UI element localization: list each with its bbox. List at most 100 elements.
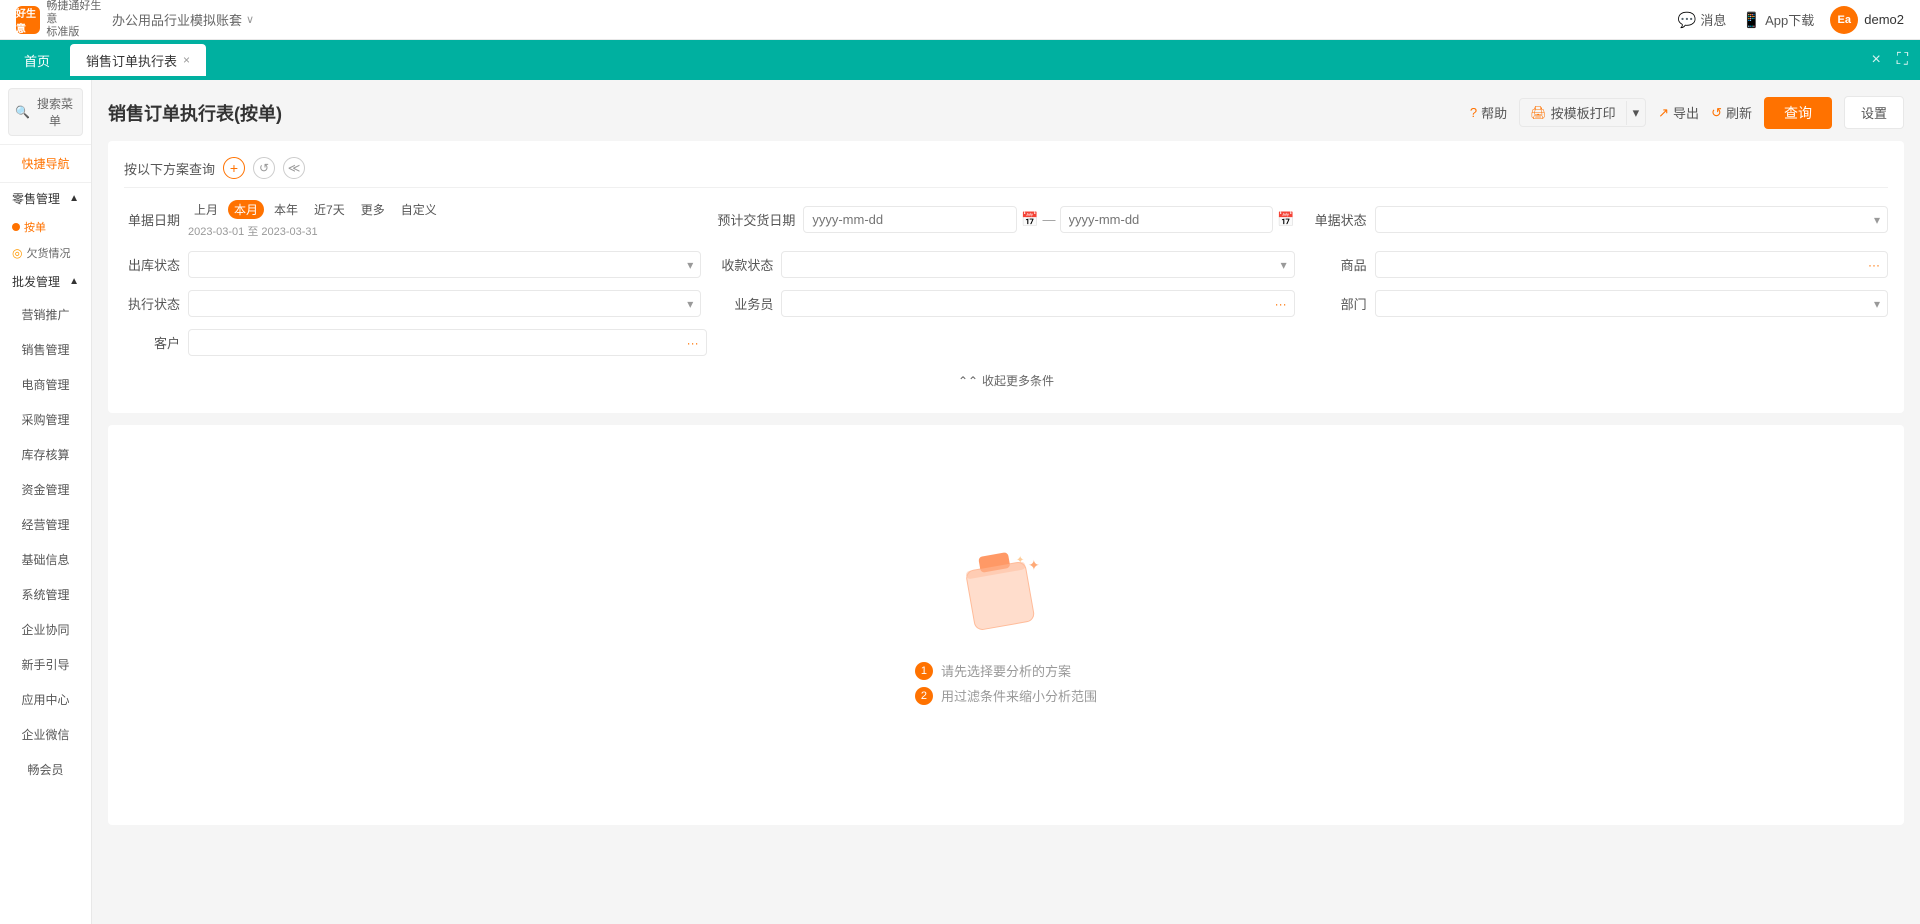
expected-date-range: 📅 — 📅 [803, 206, 1294, 233]
collapse-scheme-button[interactable]: ≪ [283, 157, 305, 179]
sidebar-search-area: 🔍 搜索菜单 [0, 80, 91, 145]
placeholder-svg: ✦ ✦ [956, 545, 1056, 645]
app-download-button[interactable]: 📱 App下载 [1742, 10, 1814, 29]
sidebar-item-basic[interactable]: 基础信息 [4, 543, 87, 576]
tab-last-month[interactable]: 上月 [188, 200, 224, 219]
close-window-icon[interactable]: × [1867, 47, 1884, 73]
content-area: 销售订单执行表(按单) ? 帮助 🖨 按模板打印 ▾ ↗ 导出 [92, 80, 1920, 924]
help-button[interactable]: ? 帮助 [1470, 103, 1507, 122]
filter-field-salesperson: 业务员 ··· [717, 290, 1294, 317]
exec-status-select[interactable] [188, 290, 701, 317]
salesperson-input[interactable] [781, 290, 1294, 317]
page-actions: ? 帮助 🖨 按模板打印 ▾ ↗ 导出 ↺ 刷新 [1470, 96, 1904, 129]
delivery-status-select[interactable] [188, 251, 701, 278]
hint-number-1: 1 [915, 662, 933, 680]
filter-row-4: 客户 ··· [124, 329, 1888, 356]
sidebar-item-enterprise[interactable]: 企业协同 [4, 613, 87, 646]
search-menu-button[interactable]: 🔍 搜索菜单 [8, 88, 83, 136]
svg-text:✦: ✦ [1028, 557, 1040, 573]
goods-input[interactable] [1375, 251, 1888, 278]
print-button[interactable]: 🖨 按模板打印 ▾ [1519, 98, 1646, 127]
sidebar-item-by-order[interactable]: 按单 [4, 215, 87, 239]
settings-button[interactable]: 设置 [1844, 96, 1904, 129]
refresh-button[interactable]: ↺ 刷新 [1711, 103, 1752, 122]
sidebar-item-member[interactable]: 畅会员 [4, 753, 87, 786]
sidebar-item-system[interactable]: 系统管理 [4, 578, 87, 611]
filter-field-exec: 执行状态 ▾ [124, 290, 701, 317]
sidebar-item-apps[interactable]: 应用中心 [4, 683, 87, 716]
placeholder-hints: 1 请先选择要分析的方案 2 用过滤条件来缩小分析范围 [915, 661, 1097, 705]
collapse-button[interactable]: ⌃⌃ 收起更多条件 [958, 372, 1054, 389]
payment-status-label: 收款状态 [717, 255, 773, 274]
payment-status-select[interactable] [781, 251, 1294, 278]
exec-input-wrap: ▾ [188, 290, 701, 317]
top-bar: 好生意 畅捷通好生意 标准版 办公用品行业模拟账套 ∨ 💬 消息 📱 App下载… [0, 0, 1920, 40]
tab-last7[interactable]: 近7天 [308, 200, 351, 219]
status-select[interactable] [1375, 206, 1888, 233]
customer-input[interactable] [188, 329, 707, 356]
tab-close-icon[interactable]: × [183, 53, 190, 67]
sidebar-item-newbie[interactable]: 新手引导 [4, 648, 87, 681]
expected-date-end-input[interactable] [1060, 206, 1274, 233]
sidebar-item-retail[interactable]: 零售管理 ▲ [4, 184, 87, 213]
collapse-icon: ⌃⌃ [958, 374, 978, 388]
tab-bar: 首页 销售订单执行表 × × ⛶ [0, 40, 1920, 80]
hint-item-2: 2 用过滤条件来缩小分析范围 [915, 686, 1097, 705]
tab-more[interactable]: 更多 [355, 200, 391, 219]
sidebar-item-wholesale[interactable]: 批发管理 ▲ [4, 267, 87, 296]
tab-this-month[interactable]: 本月 [228, 200, 264, 219]
filter-field-goods: 商品 ··· [1311, 251, 1888, 278]
status-label: 单据状态 [1311, 210, 1367, 229]
add-scheme-button[interactable]: + [223, 157, 245, 179]
tab-home[interactable]: 首页 [8, 44, 66, 76]
sidebar-item-quick-nav[interactable]: 快捷导航 [0, 149, 91, 178]
sidebar-item-operations[interactable]: 经营管理 [4, 508, 87, 541]
top-bar-right: 💬 消息 📱 App下载 Ea demo2 [1678, 6, 1904, 34]
calendar-end-icon: 📅 [1277, 211, 1294, 228]
sidebar-item-wechat[interactable]: 企业微信 [4, 718, 87, 751]
logo-text: 畅捷通好生意 标准版 [46, 0, 104, 39]
sidebar-item-purchase[interactable]: 采购管理 [4, 403, 87, 436]
date-field-content: 上月 本月 本年 近7天 更多 自定义 2023-03-01 至 2023-03… [188, 200, 701, 239]
tab-actions: × ⛶ [1867, 47, 1912, 73]
sidebar-item-marketing[interactable]: 营销推广 [4, 298, 87, 331]
query-button[interactable]: 查询 [1764, 97, 1832, 129]
export-button[interactable]: ↗ 导出 [1658, 103, 1699, 122]
expected-date-start-input[interactable] [803, 206, 1017, 233]
status-input-wrap: ▾ [1375, 206, 1888, 233]
dept-select[interactable] [1375, 290, 1888, 317]
filter-field-customer: 客户 ··· [124, 329, 707, 356]
filter-field-payment: 收款状态 ▾ [717, 251, 1294, 278]
breadcrumb[interactable]: 办公用品行业模拟账套 ∨ [112, 10, 254, 29]
sidebar-item-inventory[interactable]: 库存核算 [4, 438, 87, 471]
delivery-status-label: 出库状态 [124, 255, 180, 274]
payment-input-wrap: ▾ [781, 251, 1294, 278]
sidebar-item-ecommerce[interactable]: 电商管理 [4, 368, 87, 401]
filter-panel: 按以下方案查询 + ↺ ≪ 单据日期 上月 本月 本年 近7天 [108, 141, 1904, 413]
svg-text:✦: ✦ [1016, 555, 1024, 566]
reset-scheme-button[interactable]: ↺ [253, 157, 275, 179]
sidebar-item-sales[interactable]: 销售管理 [4, 333, 87, 366]
sidebar: 🔍 搜索菜单 快捷导航 零售管理 ▲ 按单 ◎ 欠货情况 批发管理 ▲ 营销推广… [0, 80, 92, 924]
sidebar-quick-nav: 快捷导航 [0, 145, 91, 183]
collapse-row: ⌃⌃ 收起更多条件 [124, 364, 1888, 397]
tab-this-year[interactable]: 本年 [268, 200, 304, 219]
tab-custom[interactable]: 自定义 [395, 200, 443, 219]
print-dropdown-icon[interactable]: ▾ [1626, 101, 1646, 125]
sidebar-item-debt[interactable]: ◎ 欠货情况 [4, 241, 87, 265]
logo-area: 好生意 畅捷通好生意 标准版 [16, 0, 104, 39]
filter-field-expected-date: 预计交货日期 📅 — 📅 [717, 206, 1294, 233]
tab-sales-order[interactable]: 销售订单执行表 × [70, 44, 206, 76]
delivery-input-wrap: ▾ [188, 251, 701, 278]
search-icon: 🔍 [15, 105, 30, 119]
date-range-display: 2023-03-01 至 2023-03-31 [188, 223, 701, 239]
user-area[interactable]: Ea demo2 [1830, 6, 1904, 34]
sidebar-item-finance[interactable]: 资金管理 [4, 473, 87, 506]
placeholder-image: ✦ ✦ [956, 545, 1056, 645]
date-tabs: 上月 本月 本年 近7天 更多 自定义 [188, 200, 701, 219]
export-icon: ↗ [1658, 105, 1669, 121]
goods-label: 商品 [1311, 255, 1367, 274]
message-button[interactable]: 💬 消息 [1678, 10, 1727, 29]
fullscreen-icon[interactable]: ⛶ [1893, 47, 1912, 73]
filter-row-1: 单据日期 上月 本月 本年 近7天 更多 自定义 2023-03-01 至 20… [124, 200, 1888, 239]
